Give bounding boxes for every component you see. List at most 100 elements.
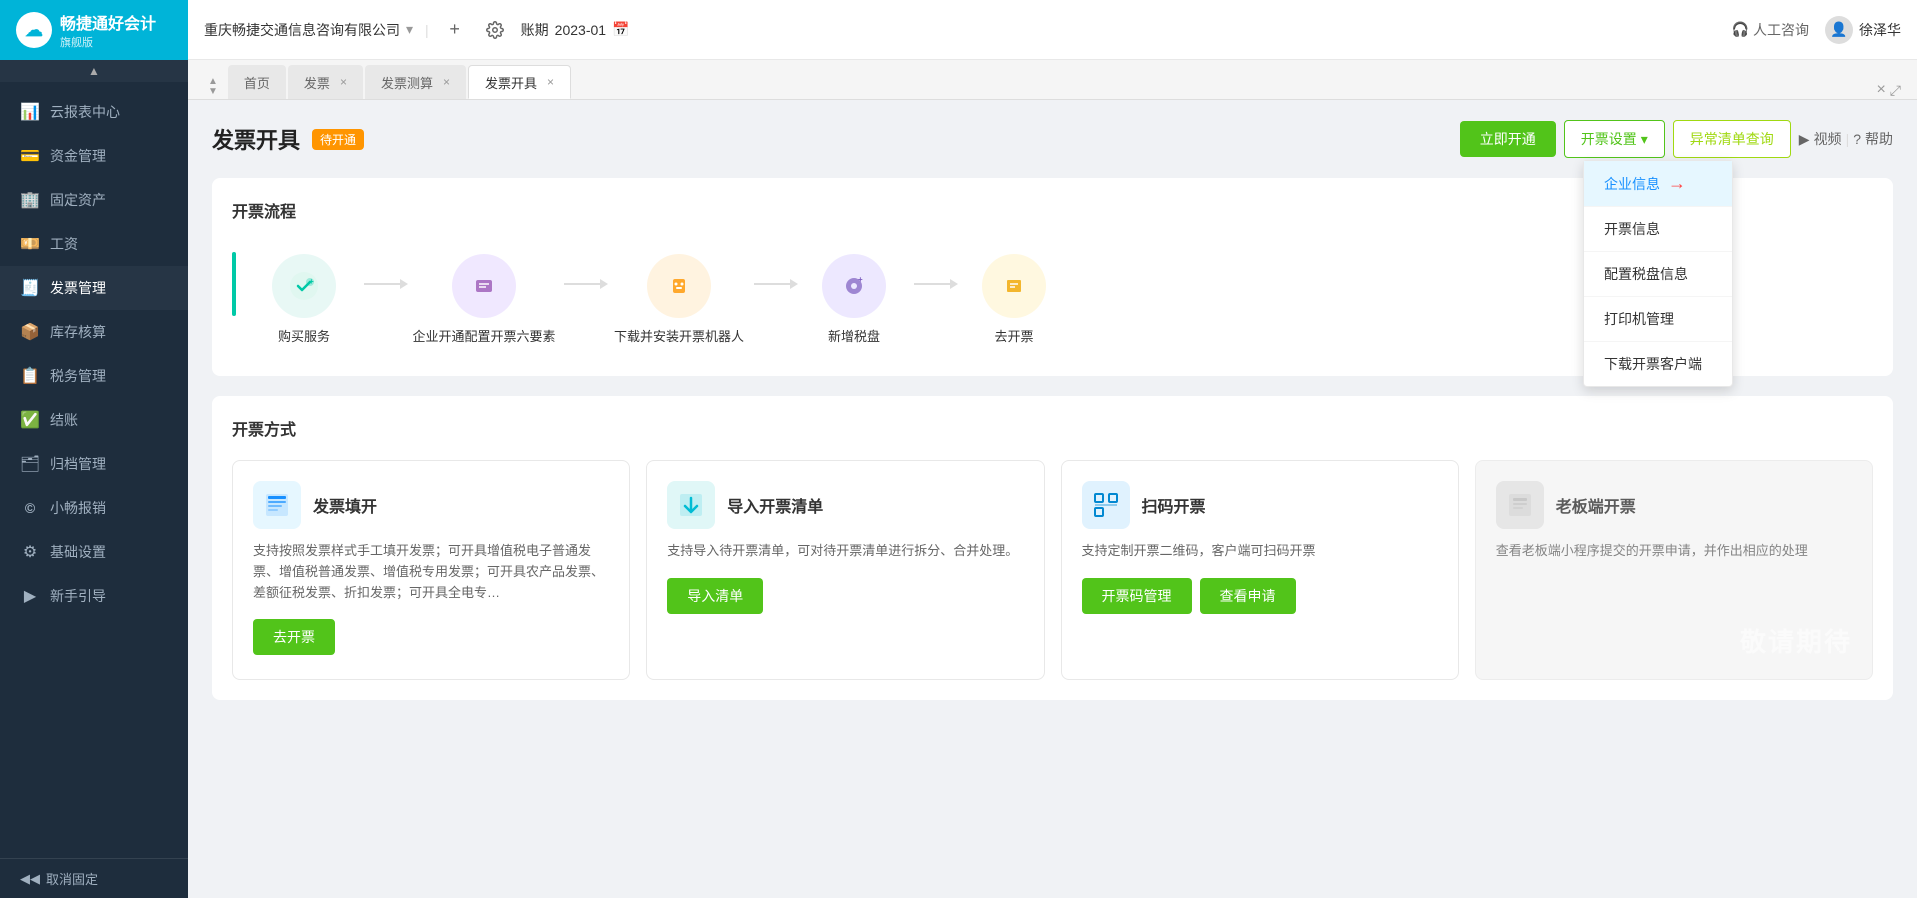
flow-connector-3 [754,283,794,285]
sidebar-item-label: 归档管理 [50,454,106,474]
topbar: 重庆畅捷交通信息咨询有限公司 ▾ | + 账期 2023-01 📅 🎧 人工咨询… [188,0,1917,60]
gudingzichan-icon: 🏢 [20,190,40,210]
play-icon[interactable]: ▶ [1799,131,1810,148]
topbar-settings-button[interactable] [481,16,509,44]
sidebar-footer-cancel[interactable]: ◀◀ 取消固定 [0,858,188,898]
sidebar-item-xiaochang[interactable]: © 小畅报销 [0,486,188,530]
flow-step-taxdisk: + 新增税盘 [794,254,914,345]
maximize-button[interactable]: ⤢ [1890,82,1901,99]
view-apply-button[interactable]: 查看申请 [1200,578,1296,614]
tab-fapiao-kaiju[interactable]: 发票开具 × [468,65,571,99]
fapiao-icon: 🧾 [20,278,40,298]
import-list-button[interactable]: 导入清单 [667,578,763,614]
download-robot-label: 下载并安装开票机器人 [614,326,744,345]
method-card-scan: 扫码开票 支持定制开票二维码，客户端可扫码开票 开票码管理 查看申请 [1061,460,1459,680]
scan-invoice-footer: 开票码管理 查看申请 [1082,578,1438,614]
topbar-period: 账期 2023-01 📅 [521,20,630,40]
sidebar-footer-label: 取消固定 [46,869,98,888]
calendar-icon[interactable]: 📅 [612,21,629,38]
logo-text: 畅捷通好会计 旗舰版 [60,10,156,50]
sidebar-item-jichu[interactable]: ⚙ 基础设置 [0,530,188,574]
flow-connector-2 [564,283,604,285]
sidebar-item-label: 资金管理 [50,146,106,166]
sidebar-item-jiezhang[interactable]: ✅ 结账 [0,398,188,442]
period-label: 账期 [521,20,549,40]
page-title: 发票开具 [212,123,300,155]
dropdown-item-enterprise-info[interactable]: 企业信息 → [1584,161,1732,207]
config-enterprise-label: 企业开通配置开票六要素 [412,326,555,345]
boss-invoice-desc: 查看老板端小程序提交的开票申请，并作出相应的处理 [1496,541,1852,562]
sidebar-item-kucun[interactable]: 📦 库存核算 [0,310,188,354]
import-list-icon [667,481,715,529]
sidebar-item-zijin[interactable]: 💳 资金管理 [0,134,188,178]
sidebar-item-label: 新手引导 [50,586,106,606]
flow-connector-4 [914,283,954,285]
sidebar-item-guidang[interactable]: 🗂 归档管理 [0,442,188,486]
tab-cesuan-label: 发票测算 [381,73,433,92]
add-company-button[interactable]: + [441,16,469,44]
method-fill-header: 发票填开 [253,481,609,529]
sidebar-item-label: 固定资产 [50,190,106,210]
tab-home[interactable]: 首页 [228,65,286,99]
import-list-desc: 支持导入待开票清单，可对待开票清单进行拆分、合并处理。 [667,541,1023,562]
go-invoice-icon [982,254,1046,318]
setting-dropdown-icon: ▾ [1641,131,1648,148]
tab-scroll-down[interactable]: ▼ [208,87,218,97]
sidebar-item-yunbao[interactable]: 📊 云报表中心 [0,90,188,134]
sidebar-item-shuiwu[interactable]: 📋 税务管理 [0,354,188,398]
tab-fapiao-label: 发票 [304,73,330,92]
close-tab-button[interactable]: × [1876,81,1885,99]
service-label: 人工咨询 [1753,20,1809,40]
sidebar-item-label: 基础设置 [50,542,106,562]
flow-step-go-invoice: 去开票 [954,254,1074,345]
sidebar-item-xinshou[interactable]: ▶ 新手引导 [0,574,188,618]
sidebar-item-gudingzichan[interactable]: 🏢 固定资产 [0,178,188,222]
exception-button[interactable]: 异常清单查询 [1673,120,1791,158]
tab-kaiju-close[interactable]: × [547,75,554,89]
sidebar-item-label: 税务管理 [50,366,106,386]
scan-code-manage-button[interactable]: 开票码管理 [1082,578,1192,614]
dropdown-item-download-client[interactable]: 下载开票客户端 [1584,342,1732,386]
topbar-divider1: | [425,22,429,38]
sidebar-item-label: 结账 [50,410,78,430]
setting-button[interactable]: 开票设置 ▾ [1564,120,1665,158]
tab-fapiao-close[interactable]: × [340,75,347,89]
go-invoice-button[interactable]: 去开票 [253,619,335,655]
activate-button[interactable]: 立即开通 [1460,121,1556,157]
flow-connector-1 [364,283,404,285]
dropdown-item-label: 下载开票客户端 [1604,354,1702,374]
scan-invoice-icon [1082,481,1130,529]
overlay-badge: 敬请期待 [1740,622,1852,659]
user-menu[interactable]: 👤 徐泽华 [1825,16,1901,44]
sidebar-nav: 📊 云报表中心 💳 资金管理 🏢 固定资产 💴 工资 🧾 发票管理 📦 库存核算… [0,82,188,858]
company-name: 重庆畅捷交通信息咨询有限公司 [204,20,400,40]
red-arrow-icon: → [1668,173,1686,194]
company-selector[interactable]: 重庆畅捷交通信息咨询有限公司 ▾ [204,20,413,40]
sidebar-scroll-up[interactable]: ▲ [0,60,188,82]
user-name: 徐泽华 [1859,20,1901,40]
dropdown-item-printer[interactable]: 打印机管理 [1584,297,1732,342]
tab-fapiao-cesuan[interactable]: 发票测算 × [365,65,466,99]
dropdown-item-invoice-info[interactable]: 开票信息 [1584,207,1732,252]
help-label: 帮助 [1865,129,1893,149]
tab-fapiao[interactable]: 发票 × [288,65,363,99]
guidang-icon: 🗂 [20,454,40,474]
headphone-icon: 🎧 [1732,21,1749,38]
dropdown-item-tax-disk[interactable]: 配置税盘信息 [1584,252,1732,297]
config-enterprise-icon [452,254,516,318]
tab-cesuan-close[interactable]: × [443,75,450,89]
tabbar: ▲ ▼ 首页 发票 × 发票测算 × 发票开具 × × ⤢ [188,60,1917,100]
xiaochang-icon: © [20,498,40,518]
sidebar-item-gongzi[interactable]: 💴 工资 [0,222,188,266]
sidebar-item-fapiao[interactable]: 🧾 发票管理 [0,266,188,310]
dropdown-item-label: 配置税盘信息 [1604,264,1688,284]
sidebar-item-label: 云报表中心 [50,102,120,122]
method-scan-header: 扫码开票 [1082,481,1438,529]
dropdown-item-label: 开票信息 [1604,219,1660,239]
tab-scroll-controls: ▲ ▼ [204,75,222,99]
zijin-icon: 💳 [20,146,40,166]
service-button[interactable]: 🎧 人工咨询 [1732,20,1809,40]
dropdown-item-label: 打印机管理 [1604,309,1674,329]
method-card-boss: 老板端开票 查看老板端小程序提交的开票申请，并作出相应的处理 敬请期待 [1475,460,1873,680]
yunbao-icon: 📊 [20,102,40,122]
